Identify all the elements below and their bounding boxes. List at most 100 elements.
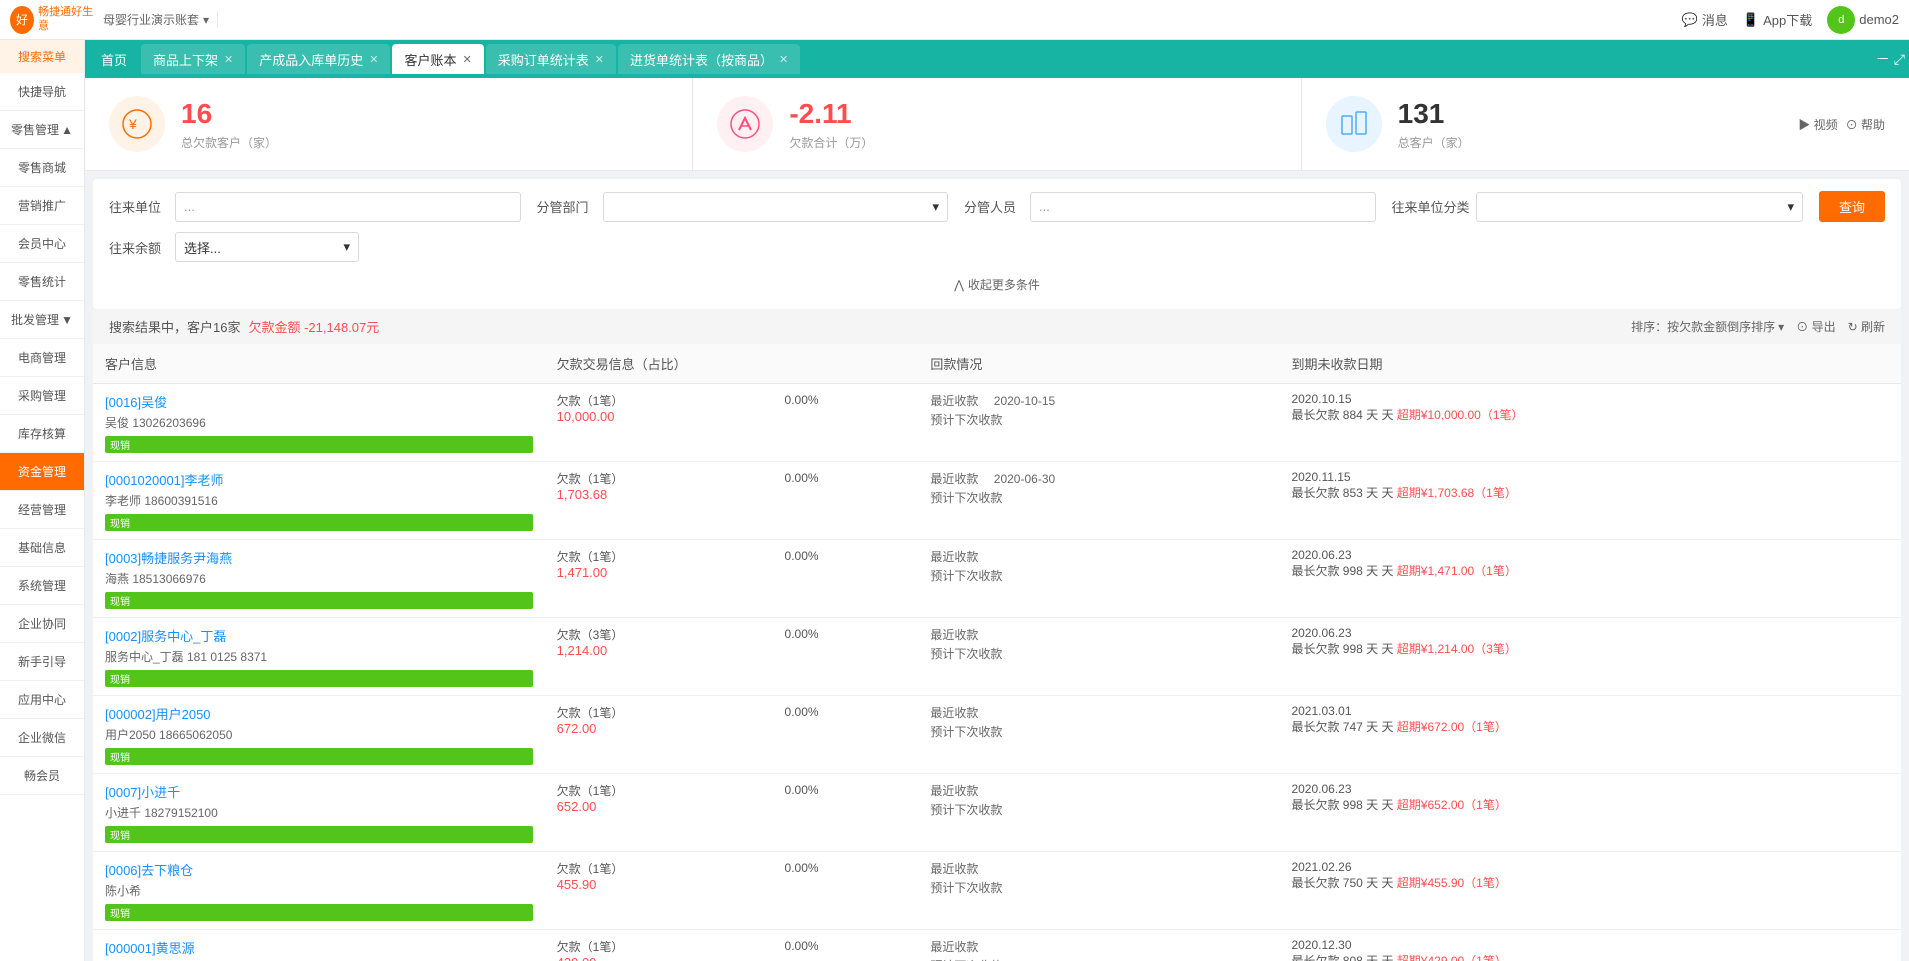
overdue-days: 最长欠款 747 天 天 超期¥672.00（1笔）: [1291, 718, 1889, 735]
sidebar-item-retail-mall[interactable]: 零售商城: [0, 149, 84, 187]
tab-expand-icon[interactable]: ⤢: [1894, 51, 1905, 68]
sidebar-item-ecommerce[interactable]: 电商管理: [0, 339, 84, 377]
customer-name[interactable]: [0001020001]李老师: [105, 470, 533, 489]
filter-row-2: 往来余额 选择... ▾: [109, 232, 1885, 262]
sidebar-search[interactable]: 搜索菜单: [0, 40, 84, 73]
tab-home[interactable]: 首页: [89, 44, 139, 74]
filter-dept: 分管部门 ▾: [537, 192, 949, 222]
overdue-detail[interactable]: 超期¥672.00（1笔）: [1397, 720, 1507, 734]
tab-close-product-history[interactable]: ✕: [369, 53, 378, 66]
sidebar-item-system[interactable]: 系统管理: [0, 567, 84, 605]
tab-product-listing[interactable]: 商品上下架 ✕: [141, 44, 245, 74]
tab-purchase-stats[interactable]: 采购订单统计表 ✕: [486, 44, 616, 74]
overdue-detail[interactable]: 超期¥652.00（1笔）: [1397, 798, 1507, 812]
sidebar-item-app-center[interactable]: 应用中心: [0, 681, 84, 719]
sidebar-item-retail-stats[interactable]: 零售统计: [0, 263, 84, 301]
sidebar-item-quick-nav[interactable]: 快捷导航: [0, 73, 84, 111]
cell-debt-count: 欠款（1笔） 1,703.68: [545, 462, 773, 540]
sidebar-item-finance[interactable]: 资金管理: [0, 453, 84, 491]
refresh-btn[interactable]: ↻ 刷新: [1848, 318, 1885, 335]
tab-close-purchase-stats[interactable]: ✕: [595, 53, 604, 66]
customer-name[interactable]: [0006]去下粮仓: [105, 860, 533, 879]
debt-amount[interactable]: 10,000.00: [557, 409, 761, 424]
customer-name[interactable]: [0016]吴俊: [105, 392, 533, 411]
debt-amount[interactable]: 672.00: [557, 721, 761, 736]
table-header: 客户信息 欠款交易信息（占比） 回款情况 到期未收款日期: [93, 344, 1901, 384]
message-icon: 💬: [1682, 12, 1698, 28]
dept-select[interactable]: ▾: [603, 192, 949, 222]
sidebar-item-vip[interactable]: 畅会员: [0, 757, 84, 795]
debt-amount[interactable]: 1,703.68: [557, 487, 761, 502]
debt-amount[interactable]: 652.00: [557, 799, 761, 814]
sidebar-item-enterprise-collab[interactable]: 企业协同: [0, 605, 84, 643]
tab-import-stats[interactable]: 进货单统计表（按商品） ✕: [618, 44, 800, 74]
view-video-btn[interactable]: ▶ 视频: [1798, 116, 1837, 133]
next-payment-label: 预计下次收款: [930, 881, 1002, 895]
sidebar-item-wechat[interactable]: 企业微信: [0, 719, 84, 757]
sidebar-item-operations[interactable]: 经营管理: [0, 491, 84, 529]
search-button[interactable]: 查询: [1819, 191, 1885, 222]
debt-amount[interactable]: 1,471.00: [557, 565, 761, 580]
export-icon: ⊙: [1796, 320, 1808, 334]
tab-product-history[interactable]: 产成品入库单历史 ✕: [247, 44, 390, 74]
tab-close-import-stats[interactable]: ✕: [779, 53, 788, 66]
stat-icon-customers: ¥: [109, 96, 165, 152]
overdue-detail[interactable]: 超期¥1,214.00（3笔）: [1397, 642, 1517, 656]
sidebar-item-purchase[interactable]: 采购管理: [0, 377, 84, 415]
debt-amount[interactable]: 455.90: [557, 877, 761, 892]
debt-ratio: 0.00%: [785, 783, 819, 797]
sidebar-item-newbie[interactable]: 新手引导: [0, 643, 84, 681]
app-download-btn[interactable]: 📱 App下载: [1743, 10, 1812, 29]
customer-name[interactable]: [0007]小进千: [105, 782, 533, 801]
cell-repay-info: 最近收款 预计下次收款: [918, 774, 1279, 852]
overdue-detail[interactable]: 超期¥429.00（1笔）: [1397, 954, 1507, 961]
cell-debt-ratio: 0.00%: [773, 696, 919, 774]
tab-close-customer-account[interactable]: ✕: [463, 53, 472, 66]
chevron-down-icon: ▾: [203, 13, 209, 27]
filter-area: 往来单位 ... 分管部门 ▾: [93, 179, 1901, 309]
store-selector[interactable]: 母婴行业演示账套 ▾: [95, 11, 218, 28]
overdue-detail[interactable]: 超期¥1,703.68（1笔）: [1397, 486, 1517, 500]
message-btn[interactable]: 💬 消息: [1682, 10, 1728, 29]
sidebar-item-retail-mgmt[interactable]: 零售管理 ▲: [0, 111, 84, 149]
overdue-days: 最长欠款 750 天 天 超期¥455.90（1笔）: [1291, 874, 1889, 891]
phone-icon: 📱: [1743, 12, 1759, 28]
tab-close-product-listing[interactable]: ✕: [224, 53, 233, 66]
sort-btn[interactable]: 排序：按欠款金额倒序排序 ▾: [1631, 318, 1784, 335]
unit-category-label: 往来单位分类: [1392, 197, 1470, 216]
sidebar-item-member-center[interactable]: 会员中心: [0, 225, 84, 263]
overdue-date: 2020.10.15: [1291, 392, 1889, 406]
debt-amount[interactable]: 429.00: [557, 955, 761, 961]
balance-select[interactable]: 选择... ▾: [175, 232, 359, 262]
results-controls: 排序：按欠款金额倒序排序 ▾ ⊙ 导出 ↻ 刷新: [1631, 318, 1885, 335]
customer-tag: 现销: [105, 670, 533, 687]
debt-count: 欠款（1笔）: [557, 704, 761, 721]
table-row: [0016]吴俊 吴俊 13026203696 现销 欠款（1笔） 10,000…: [93, 384, 1901, 462]
sidebar-item-batch-mgmt[interactable]: 批发管理 ▼: [0, 301, 84, 339]
debt-amount[interactable]: 1,214.00: [557, 643, 761, 658]
customer-name[interactable]: [0002]服务中心_丁磊: [105, 626, 533, 645]
sidebar-item-basic-info[interactable]: 基础信息: [0, 529, 84, 567]
sidebar-item-inventory[interactable]: 库存核算: [0, 415, 84, 453]
customer-name[interactable]: [0003]畅捷服务尹海燕: [105, 548, 533, 567]
customer-name[interactable]: [000002]用户2050: [105, 704, 533, 723]
from-unit-input[interactable]: ...: [175, 192, 521, 222]
customer-name[interactable]: [000001]黄思源: [105, 938, 533, 957]
export-btn[interactable]: ⊙ 导出: [1796, 318, 1835, 335]
sidebar-item-marketing[interactable]: 营销推广: [0, 187, 84, 225]
overdue-detail[interactable]: 超期¥455.90（1笔）: [1397, 876, 1507, 890]
tab-collapse-icon[interactable]: －: [1876, 49, 1890, 69]
tab-customer-account[interactable]: 客户账本 ✕: [392, 44, 483, 74]
overdue-detail[interactable]: 超期¥1,471.00（1笔）: [1397, 564, 1517, 578]
data-table: 客户信息 欠款交易信息（占比） 回款情况 到期未收款日期 [0016]吴俊 吴俊…: [93, 344, 1901, 961]
debt-count: 欠款（3笔）: [557, 626, 761, 643]
help-btn[interactable]: ⊙ 帮助: [1846, 116, 1885, 133]
overdue-detail[interactable]: 超期¥10,000.00（1笔）: [1397, 408, 1524, 422]
unit-category-select[interactable]: ▾: [1476, 192, 1803, 222]
user-avatar[interactable]: d demo2: [1827, 6, 1899, 34]
cell-overdue-date: 2020.11.15 最长欠款 853 天 天 超期¥1,703.68（1笔）: [1279, 462, 1901, 540]
collapse-more-btn[interactable]: ⋀ 收起更多条件: [109, 272, 1885, 297]
manager-input[interactable]: ...: [1030, 192, 1376, 222]
customer-tag: 现销: [105, 514, 533, 531]
filter-unit-category: 往来单位分类 ▾: [1392, 192, 1804, 222]
